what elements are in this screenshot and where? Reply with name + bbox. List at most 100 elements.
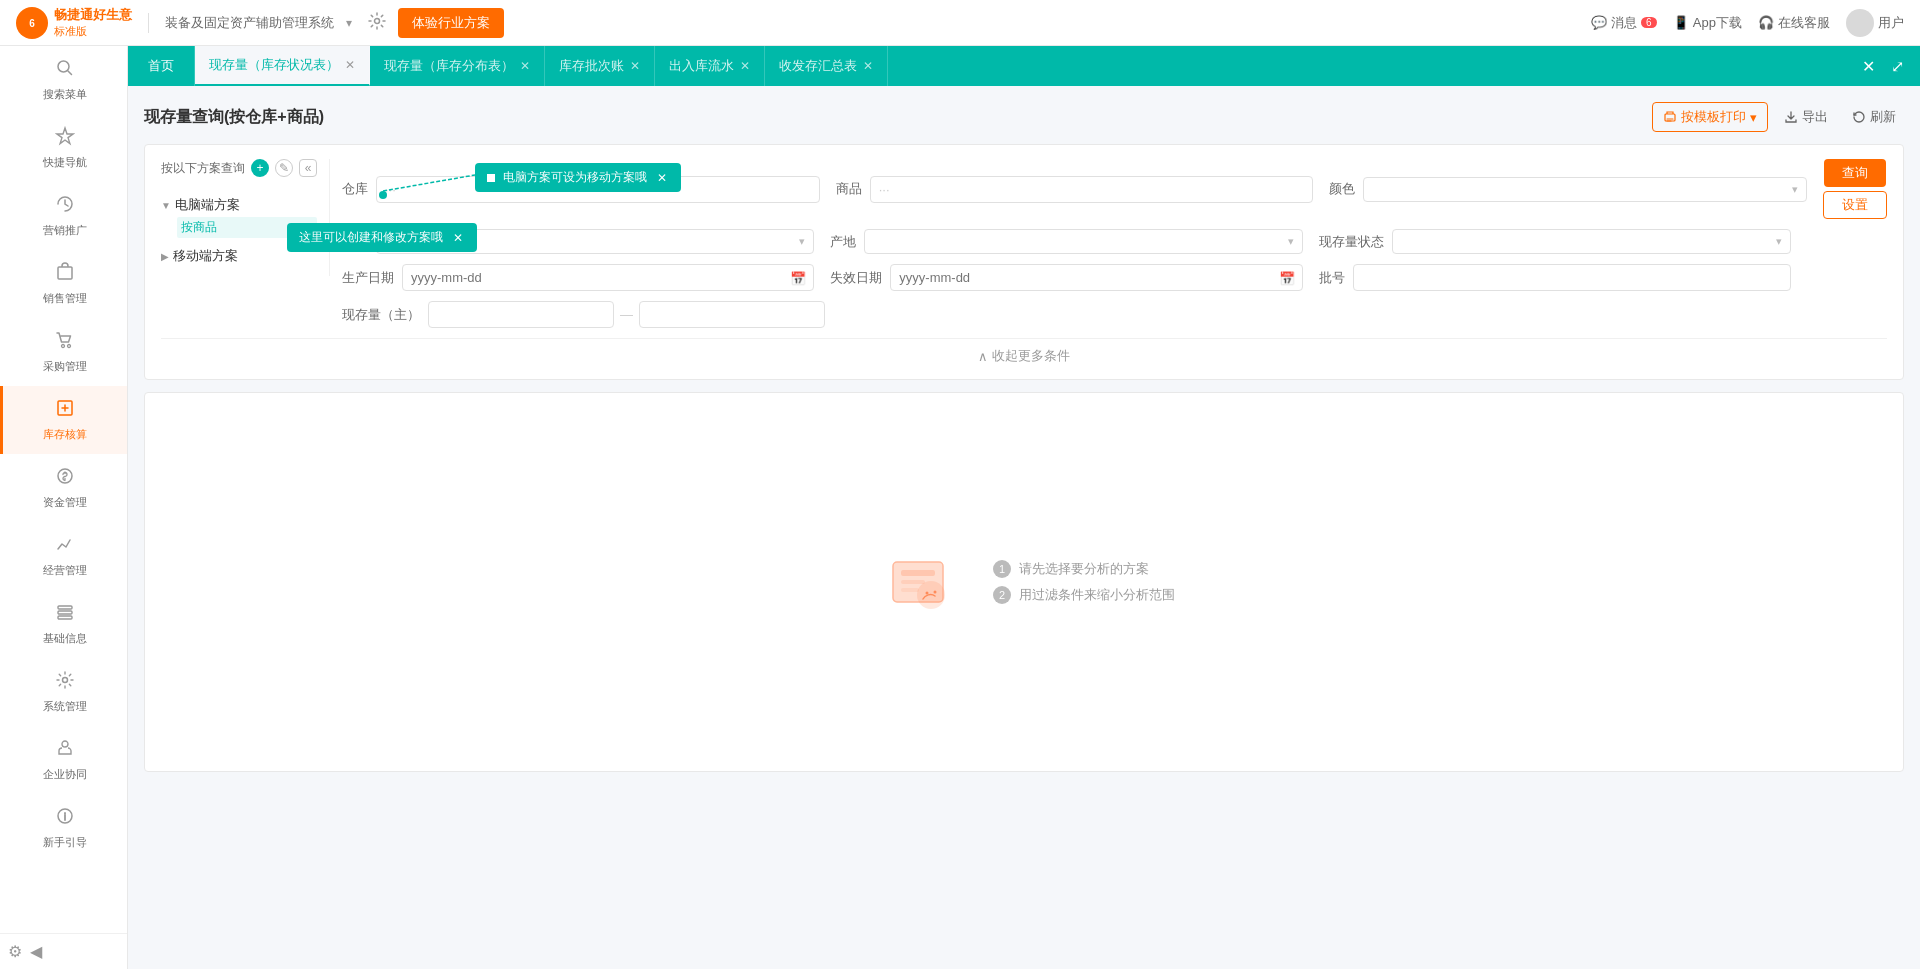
enterprise-icon: [55, 738, 75, 763]
filter-row-4: 现存量（主） —: [342, 301, 1887, 328]
message-badge: 6: [1641, 17, 1657, 28]
user-area[interactable]: 用户: [1846, 9, 1904, 37]
sidebar-item-sales[interactable]: 销售管理: [0, 250, 127, 318]
tooltip-modify-text: 这里可以创建和修改方案哦: [299, 229, 443, 246]
tab-stock-inout[interactable]: 出入库流水 ✕: [655, 46, 765, 86]
system-dropdown-btn[interactable]: ▾: [342, 12, 356, 34]
goods-input[interactable]: ···: [870, 176, 1314, 203]
search-btn[interactable]: 查询: [1824, 159, 1886, 187]
production-date-input-wrap: 📅: [402, 264, 814, 291]
sidebar-item-system[interactable]: 系统管理: [0, 658, 127, 726]
page-title: 现存量查询(按仓库+商品): [144, 107, 324, 128]
stock-icon: [55, 398, 75, 423]
refresh-btn[interactable]: 刷新: [1844, 104, 1904, 130]
tooltip-modify: 这里可以创建和修改方案哦 ✕: [287, 223, 477, 252]
expiry-date-icon[interactable]: 📅: [1279, 270, 1295, 285]
collapse-more-btn[interactable]: ∧ 收起更多条件: [161, 338, 1887, 365]
top-bar-right: 💬 消息 6 📱 App下载 🎧 在线客服 用户: [1591, 9, 1904, 37]
filter-production-date: 生产日期 📅: [342, 264, 814, 291]
scheme-desktop-arrow: ▼: [161, 200, 171, 211]
tab-close-stock-batch[interactable]: ✕: [630, 59, 640, 73]
expiry-date-label: 失效日期: [830, 269, 882, 287]
sidebar-item-label: 快捷导航: [43, 155, 87, 170]
sidebar-item-marketing[interactable]: 营销推广: [0, 182, 127, 250]
message-btn[interactable]: 💬 消息 6: [1591, 14, 1657, 32]
sidebar-item-search[interactable]: 搜索菜单: [0, 46, 127, 114]
origin-select[interactable]: ▾: [864, 229, 1302, 254]
sidebar-item-finance[interactable]: 资金管理: [0, 454, 127, 522]
online-support-btn[interactable]: 🎧 在线客服: [1758, 14, 1830, 32]
sidebar-item-guide[interactable]: 新手引导: [0, 794, 127, 862]
close-all-tabs-btn[interactable]: ✕: [1858, 53, 1879, 80]
tab-bar-end: ✕ ⤢: [1858, 53, 1920, 80]
sidebar-item-stock[interactable]: 库存核算: [0, 386, 127, 454]
scheme-desktop[interactable]: ▼ 电脑端方案: [161, 193, 317, 217]
svg-rect-10: [58, 611, 72, 614]
origin-label: 产地: [830, 233, 856, 251]
tip-text-1: 请先选择要分析的方案: [1019, 560, 1149, 578]
sidebar-item-quick[interactable]: 快捷导航: [0, 114, 127, 182]
stock-main-max[interactable]: [639, 301, 825, 328]
sidebar-settings-btn[interactable]: ⚙: [8, 942, 22, 961]
tooltip-template-text: 电脑方案可设为移动方案哦: [503, 169, 647, 186]
filter-label: 按以下方案查询: [161, 160, 245, 177]
svg-point-22: [926, 592, 929, 595]
quick-icon: [55, 126, 75, 151]
empty-tip-1: 1 请先选择要分析的方案: [993, 560, 1175, 578]
tab-stock-status[interactable]: 现存量（库存状况表） ✕: [195, 46, 370, 86]
reset-btn[interactable]: 设置: [1823, 191, 1887, 219]
scheme-mobile-label: 移动端方案: [173, 247, 238, 265]
maximize-btn[interactable]: ⤢: [1887, 53, 1908, 80]
color-select[interactable]: ▾: [1363, 177, 1807, 202]
svg-point-2: [375, 18, 380, 23]
filter-color: 颜色 ▾: [1329, 177, 1807, 202]
settings-btn[interactable]: [364, 8, 390, 38]
tooltip-modify-close[interactable]: ✕: [451, 231, 465, 245]
main-layout: 搜索菜单 快捷导航 营销推广 销售管理: [0, 46, 1920, 969]
template-print-btn[interactable]: 按模板打印 ▾: [1652, 102, 1768, 132]
back-scheme-btn[interactable]: «: [299, 159, 317, 177]
warehouse-label: 仓库: [342, 180, 368, 198]
stock-status-select[interactable]: ▾: [1392, 229, 1791, 254]
tooltip-template-close[interactable]: ✕: [655, 171, 669, 185]
tab-home[interactable]: 首页: [128, 46, 195, 86]
batch-no-input[interactable]: [1353, 264, 1791, 291]
user-label: 用户: [1878, 14, 1904, 32]
production-date-label: 生产日期: [342, 269, 394, 287]
tab-close-stock-dist[interactable]: ✕: [520, 59, 530, 73]
sidebar-item-basic[interactable]: 基础信息: [0, 590, 127, 658]
top-bar-left: 6 畅捷通好生意 标准版 装备及固定资产辅助管理系统 ▾ 体验行业方案: [16, 6, 504, 39]
export-btn[interactable]: 导出: [1776, 104, 1836, 130]
tab-close-stock-summary[interactable]: ✕: [863, 59, 873, 73]
production-date-input[interactable]: [402, 264, 814, 291]
tab-stock-batch[interactable]: 库存批次账 ✕: [545, 46, 655, 86]
empty-state: 1 请先选择要分析的方案 2 用过滤条件来缩小分析范围: [144, 392, 1904, 772]
trial-btn[interactable]: 体验行业方案: [398, 8, 504, 38]
svg-rect-9: [58, 606, 72, 609]
filter-row-3: 生产日期 📅 失效日期: [342, 264, 1887, 291]
sidebar-collapse-btn[interactable]: ◀: [30, 942, 42, 961]
scheme-desktop-label: 电脑端方案: [175, 196, 240, 214]
production-date-icon[interactable]: 📅: [790, 270, 806, 285]
sidebar-item-purchase[interactable]: 采购管理: [0, 318, 127, 386]
sidebar-item-operation[interactable]: 经营管理: [0, 522, 127, 590]
app-container: 6 畅捷通好生意 标准版 装备及固定资产辅助管理系统 ▾ 体验行业方案 💬 消息…: [0, 0, 1920, 969]
scheme-panel: 按以下方案查询 + ✎ « ▼ 电脑端方案: [161, 159, 330, 276]
tab-stock-summary[interactable]: 收发存汇总表 ✕: [765, 46, 888, 86]
tab-bar: 首页 现存量（库存状况表） ✕ 现存量（库存分布表） ✕ 库存批次账 ✕ 出入库…: [128, 46, 1920, 86]
sidebar-item-label: 新手引导: [43, 835, 87, 850]
edit-scheme-btn[interactable]: ✎: [275, 159, 293, 177]
filter-stock-main: 现存量（主） —: [342, 301, 825, 328]
tab-close-stock-status[interactable]: ✕: [345, 58, 355, 72]
expiry-date-input[interactable]: [890, 264, 1302, 291]
svg-point-12: [63, 678, 68, 683]
sidebar-item-label: 系统管理: [43, 699, 87, 714]
operation-icon: [55, 534, 75, 559]
stock-main-min[interactable]: [428, 301, 614, 328]
app-download-btn[interactable]: 📱 App下载: [1673, 14, 1742, 32]
tab-close-stock-inout[interactable]: ✕: [740, 59, 750, 73]
sidebar-item-enterprise[interactable]: 企业协同: [0, 726, 127, 794]
sidebar-item-label: 经营管理: [43, 563, 87, 578]
add-scheme-btn[interactable]: +: [251, 159, 269, 177]
tab-stock-dist[interactable]: 现存量（库存分布表） ✕: [370, 46, 545, 86]
